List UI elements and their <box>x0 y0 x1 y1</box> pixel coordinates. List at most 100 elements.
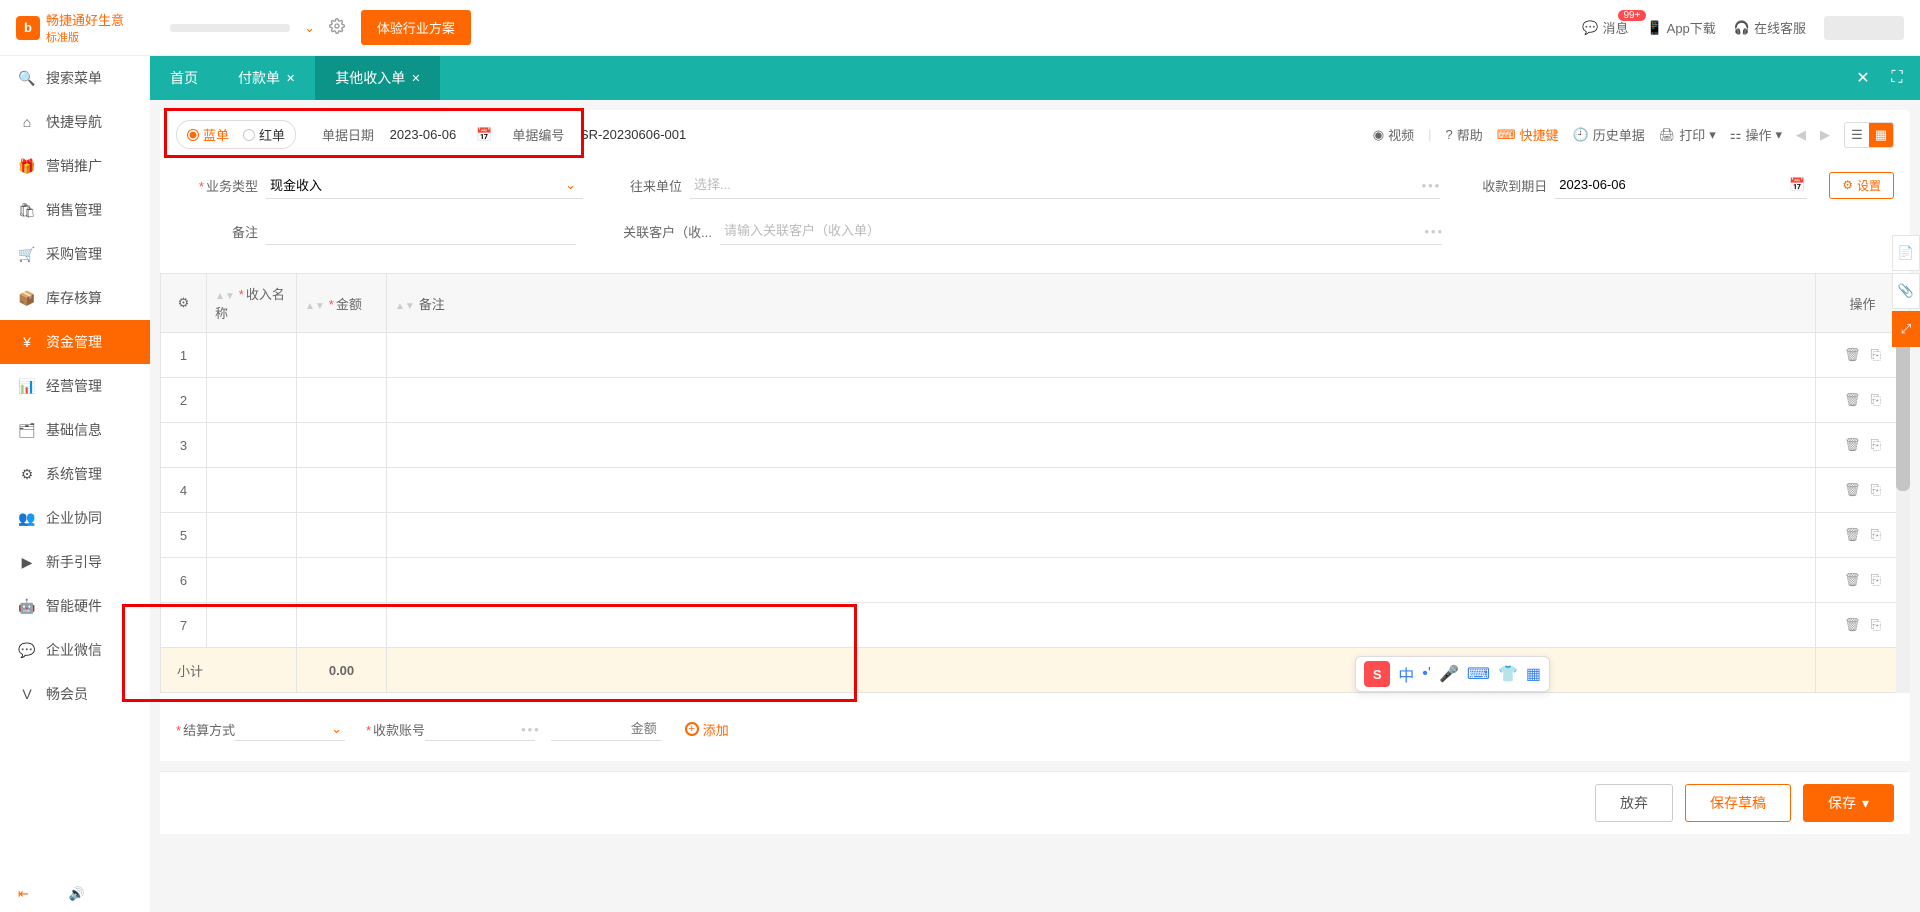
table-row[interactable]: 7🗑⎘ <box>161 603 1910 648</box>
calendar-icon[interactable]: 📅 <box>1789 177 1805 193</box>
sidebar-item-guide[interactable]: ▶新手引导 <box>0 540 150 584</box>
sidebar-item-baseinfo[interactable]: 🗂基础信息 <box>0 408 150 452</box>
sidebar-item-system[interactable]: ⚙系统管理 <box>0 452 150 496</box>
copy-icon[interactable]: ⎘ <box>1871 527 1881 543</box>
rail-note-button[interactable]: 📄 <box>1892 235 1920 271</box>
account-input[interactable] <box>425 717 535 741</box>
prev-icon[interactable]: ◀ <box>1796 127 1806 143</box>
table-settings-header[interactable]: ⚙ <box>161 274 207 333</box>
partner-input[interactable] <box>690 171 1440 199</box>
sound-icon[interactable]: 🔊 <box>69 886 85 902</box>
sidebar-item-wechat[interactable]: 💬企业微信 <box>0 628 150 672</box>
ime-keyboard-icon[interactable]: ⌨ <box>1467 664 1490 684</box>
settings-button[interactable]: ⚙ 设置 <box>1829 172 1894 199</box>
calendar-icon[interactable]: 📅 <box>476 127 492 143</box>
col-amount[interactable]: ▲▼*金额 <box>297 274 387 333</box>
sidebar-item-operation[interactable]: 📊经营管理 <box>0 364 150 408</box>
delete-icon[interactable]: 🗑 <box>1844 392 1861 408</box>
biz-type-input[interactable] <box>266 171 583 199</box>
radio-red[interactable]: 红单 <box>243 125 285 144</box>
sidebar-item-quicknav[interactable]: ⌂快捷导航 <box>0 100 150 144</box>
sidebar-item-search[interactable]: 🔍搜索菜单 <box>0 56 150 100</box>
delete-icon[interactable]: 🗑 <box>1844 347 1861 363</box>
collapse-icon[interactable]: ⇤ <box>18 886 29 902</box>
discard-button[interactable]: 放弃 <box>1595 784 1673 822</box>
copy-icon[interactable]: ⎘ <box>1871 437 1881 453</box>
more-icon[interactable]: ••• <box>1422 178 1442 193</box>
amount-input[interactable] <box>551 717 661 741</box>
messages-link[interactable]: 💬 消息 99+ <box>1582 18 1628 37</box>
ime-mic-icon[interactable]: 🎤 <box>1439 664 1459 684</box>
table-row[interactable]: 4🗑⎘ <box>161 468 1910 513</box>
save-draft-button[interactable]: 保存草稿 <box>1685 784 1791 822</box>
copy-icon[interactable]: ⎘ <box>1871 617 1881 633</box>
view-form-button[interactable]: ▦ <box>1869 123 1893 147</box>
chevron-down-icon[interactable]: ⌄ <box>565 177 576 193</box>
table-row[interactable]: 5🗑⎘ <box>161 513 1910 558</box>
delete-icon[interactable]: 🗑 <box>1844 437 1861 453</box>
more-icon[interactable]: ••• <box>1424 224 1444 239</box>
customer-service-link[interactable]: 🎧 在线客服 <box>1734 18 1806 37</box>
sidebar-item-funds[interactable]: ¥资金管理 <box>0 320 150 364</box>
col-remark[interactable]: ▲▼备注 <box>387 274 1816 333</box>
settle-method-input[interactable] <box>235 717 345 741</box>
user-avatar[interactable] <box>1824 16 1904 40</box>
delete-icon[interactable]: 🗑 <box>1844 617 1861 633</box>
col-income-name[interactable]: ▲▼*收入名称 <box>207 274 297 333</box>
history-link[interactable]: 🕘 历史单据 <box>1573 125 1645 144</box>
app-download-link[interactable]: 📱 App下载 <box>1646 18 1715 37</box>
help-link[interactable]: ? 帮助 <box>1446 125 1483 144</box>
delete-icon[interactable]: 🗑 <box>1844 527 1861 543</box>
copy-icon[interactable]: ⎘ <box>1871 572 1881 588</box>
video-link[interactable]: ◉ 视频 <box>1373 125 1414 144</box>
remark-input[interactable] <box>266 217 576 245</box>
chevron-down-icon[interactable]: ⌄ <box>331 721 342 737</box>
ime-toolbox-icon[interactable]: ▦ <box>1526 664 1541 684</box>
sidebar-item-hardware[interactable]: 🤖智能硬件 <box>0 584 150 628</box>
table-row[interactable]: 6🗑⎘ <box>161 558 1910 603</box>
next-icon[interactable]: ▶ <box>1820 127 1830 143</box>
doc-date-value[interactable]: 2023-06-06 <box>390 127 457 142</box>
tab-home[interactable]: 首页 <box>150 56 218 100</box>
copy-icon[interactable]: ⎘ <box>1871 347 1881 363</box>
tab-payment[interactable]: 付款单✕ <box>218 56 315 100</box>
table-row[interactable]: 3🗑⎘ <box>161 423 1910 468</box>
copy-icon[interactable]: ⎘ <box>1871 392 1881 408</box>
tab-other-income[interactable]: 其他收入单✕ <box>315 56 440 100</box>
more-icon[interactable]: ••• <box>521 722 541 737</box>
copy-icon[interactable]: ⎘ <box>1871 482 1881 498</box>
ime-punct-icon[interactable]: •' <box>1422 665 1431 683</box>
radio-blue[interactable]: 蓝单 <box>187 125 229 144</box>
sidebar-item-purchase[interactable]: 🛒采购管理 <box>0 232 150 276</box>
delete-icon[interactable]: 🗑 <box>1844 572 1861 588</box>
experience-button[interactable]: 体验行业方案 <box>361 10 471 45</box>
rail-attach-button[interactable]: 📎 <box>1892 273 1920 309</box>
gear-icon[interactable] <box>329 18 345 37</box>
add-button[interactable]: + 添加 <box>685 720 729 739</box>
ime-widget[interactable]: S 中 •' 🎤 ⌨ 👕 ▦ <box>1355 656 1550 692</box>
company-selector[interactable] <box>170 24 290 32</box>
sidebar-item-marketing[interactable]: 🎁营销推广 <box>0 144 150 188</box>
sidebar-item-collab[interactable]: 👥企业协同 <box>0 496 150 540</box>
ime-skin-icon[interactable]: 👕 <box>1498 664 1518 684</box>
close-icon[interactable]: ✕ <box>411 72 420 85</box>
tab-fullscreen-button[interactable]: ⛶ <box>1882 63 1912 93</box>
close-icon[interactable]: ✕ <box>286 72 295 85</box>
sidebar-item-member[interactable]: V畅会员 <box>0 672 150 716</box>
sidebar-item-inventory[interactable]: 📦库存核算 <box>0 276 150 320</box>
due-date-input[interactable] <box>1555 171 1807 199</box>
print-button[interactable]: 🖨 打印 ▾ <box>1659 125 1716 144</box>
shortcut-link[interactable]: ⌨ 快捷键 <box>1497 125 1559 144</box>
tab-close-button[interactable]: ✕ <box>1848 63 1878 93</box>
chevron-down-icon[interactable]: ⌄ <box>304 20 315 36</box>
sidebar-item-sales[interactable]: 🛍销售管理 <box>0 188 150 232</box>
table-row[interactable]: 2🗑⎘ <box>161 378 1910 423</box>
scrollbar[interactable] <box>1896 311 1910 693</box>
operate-button[interactable]: ⚏ 操作 ▾ <box>1730 125 1782 144</box>
save-button[interactable]: 保存 ▾ <box>1803 784 1894 822</box>
rail-expand-button[interactable]: ⤢ <box>1892 311 1920 347</box>
delete-icon[interactable]: 🗑 <box>1844 482 1861 498</box>
ime-lang[interactable]: 中 <box>1398 662 1414 686</box>
table-row[interactable]: 1🗑⎘ <box>161 333 1910 378</box>
related-customer-input[interactable] <box>720 217 1442 245</box>
